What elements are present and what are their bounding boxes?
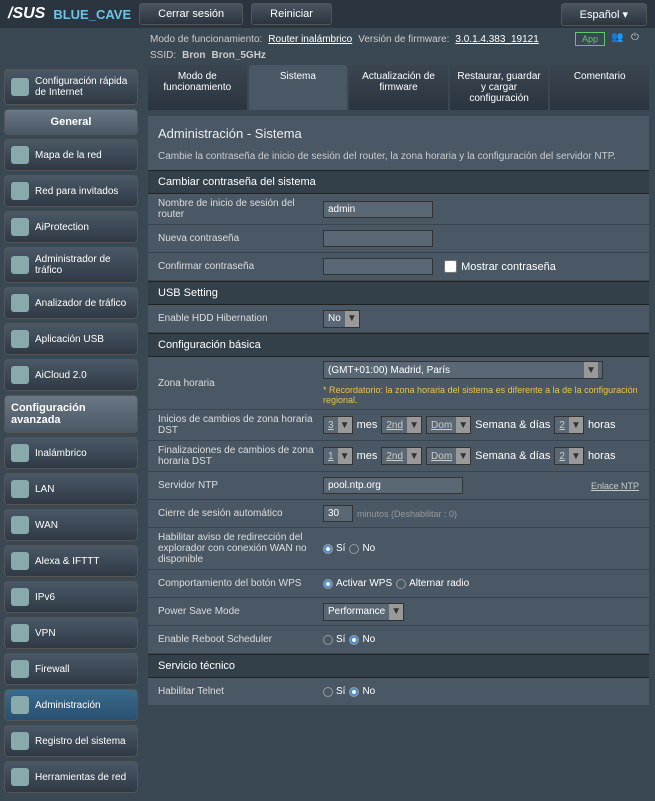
logout-button[interactable]: Cerrar sesión [139,3,243,25]
ntp-input[interactable] [323,477,463,494]
sidebar-quick-setup[interactable]: Configuración rápida de Internet [4,69,138,105]
powersave-label: Power Save Mode [158,606,323,617]
ntp-link[interactable]: Enlace NTP [591,481,639,491]
fw-link[interactable]: 3.0.1.4.383_19121 [455,34,538,45]
reboot-no[interactable]: No [349,634,375,645]
dst2-day[interactable]: Dom▼ [426,447,471,465]
sidebar-item-lan[interactable]: LAN [4,473,138,505]
sidebar-item-ipv6[interactable]: IPv6 [4,581,138,613]
dst-start-label: Inicios de cambios de zona horaria DST [158,414,323,436]
dst-end-label: Finalizaciones de cambios de zona horari… [158,445,323,467]
dst1-month[interactable]: 3▼ [323,416,353,434]
sidebar-item-wan[interactable]: WAN [4,509,138,541]
wps-label: Comportamiento del botón WPS [158,578,323,589]
dst1-week[interactable]: 2nd▼ [381,416,422,434]
mode-link[interactable]: Router inalámbrico [268,34,352,45]
tab-opmode[interactable]: Modo de funcionamiento [148,65,247,110]
dst2-week[interactable]: 2nd▼ [381,447,422,465]
section-usb: USB Setting [148,281,649,305]
newpw-label: Nueva contraseña [158,233,323,244]
fw-label: Versión de firmware: [358,34,449,45]
logo: /SUS [8,5,45,23]
wan-redirect-label: Habilitar aviso de redirección del explo… [158,532,323,565]
sidebar-item-aicloud[interactable]: AiCloud 2.0 [4,359,138,391]
wan-yes[interactable]: Sí [323,543,345,554]
sidebar-item-nettools[interactable]: Herramientas de red [4,761,138,793]
section-password: Cambiar contraseña del sistema [148,170,649,194]
reboot-yes[interactable]: Sí [323,634,345,645]
sidebar-item-alexa[interactable]: Alexa & IFTTT [4,545,138,577]
powersave-select[interactable]: Performance▼ [323,603,404,621]
telnet-yes[interactable]: Sí [323,686,345,697]
autologout-label: Cierre de sesión automático [158,508,323,519]
sidebar-item-traffic-admin[interactable]: Administrador de tráfico [4,247,138,283]
dst2-month[interactable]: 1▼ [323,447,353,465]
hdd-label: Enable HDD Hibernation [158,313,323,324]
reboot-sched-label: Enable Reboot Scheduler [158,634,323,645]
sidebar-item-wireless[interactable]: Inalámbrico [4,437,138,469]
login-label: Nombre de inicio de sesión del router [158,198,323,220]
newpw-input[interactable] [323,230,433,247]
section-service: Servicio técnico [148,654,649,678]
sidebar-item-admin[interactable]: Administración [4,689,138,721]
sidebar-item-guest[interactable]: Red para invitados [4,175,138,207]
ssid-label: SSID: [150,50,176,61]
ntp-label: Servidor NTP [158,480,323,491]
sidebar-item-vpn[interactable]: VPN [4,617,138,649]
ssid-1: Bron [182,50,205,61]
dst2-hour[interactable]: 2▼ [554,447,584,465]
reboot-button[interactable]: Reiniciar [251,3,332,25]
sidebar-item-firewall[interactable]: Firewall [4,653,138,685]
dst1-day[interactable]: Dom▼ [426,416,471,434]
tab-restore[interactable]: Restaurar, guardar y cargar configuració… [450,65,549,110]
tab-firmware[interactable]: Actualización de firmware [349,65,448,110]
autologout-input[interactable] [323,505,353,522]
telnet-no[interactable]: No [349,686,375,697]
page-title: Administración - Sistema [148,116,649,151]
sidebar-advanced-header: Configuración avanzada [4,395,138,433]
hdd-select[interactable]: No▼ [323,310,360,328]
showpw-check[interactable] [444,260,457,273]
sidebar-item-networkmap[interactable]: Mapa de la red [4,139,138,171]
app-badge[interactable]: App [575,32,605,46]
tz-note: * Recordatorio: la zona horaria del sist… [323,385,639,405]
wan-no[interactable]: No [349,543,375,554]
user-icon[interactable]: 👥 [611,32,625,46]
tz-label: Zona horaria [158,378,323,389]
model-name: BLUE_CAVE [53,7,131,22]
tz-select[interactable]: (GMT+01:00) Madrid, París▼ [323,361,603,379]
power-icon[interactable]: ⏻ [631,32,645,46]
sidebar-general-header: General [4,109,138,135]
sidebar-item-syslog[interactable]: Registro del sistema [4,725,138,757]
sidebar-item-traffic-analyzer[interactable]: Analizador de tráfico [4,287,138,319]
telnet-label: Habilitar Telnet [158,686,323,697]
language-select[interactable]: Español ▾ [561,3,647,26]
dst1-hour[interactable]: 2▼ [554,416,584,434]
sidebar-item-usb[interactable]: Aplicación USB [4,323,138,355]
tab-feedback[interactable]: Comentario [550,65,649,110]
conpw-label: Confirmar contraseña [158,261,323,272]
tab-system[interactable]: Sistema [249,65,348,110]
autologout-sub: minutos (Deshabilitar : 0) [357,509,457,519]
conpw-input[interactable] [323,258,433,275]
login-input[interactable] [323,201,433,218]
sidebar-item-aiprotection[interactable]: AiProtection [4,211,138,243]
wps-toggle[interactable]: Alternar radio [396,578,469,589]
mode-label: Modo de funcionamiento: [150,34,262,45]
showpw-label: Mostrar contraseña [461,261,556,273]
ssid-2: Bron_5GHz [211,50,265,61]
wps-activate[interactable]: Activar WPS [323,578,392,589]
page-desc: Cambie la contraseña de inicio de sesión… [148,151,649,170]
section-basic: Configuración básica [148,333,649,357]
